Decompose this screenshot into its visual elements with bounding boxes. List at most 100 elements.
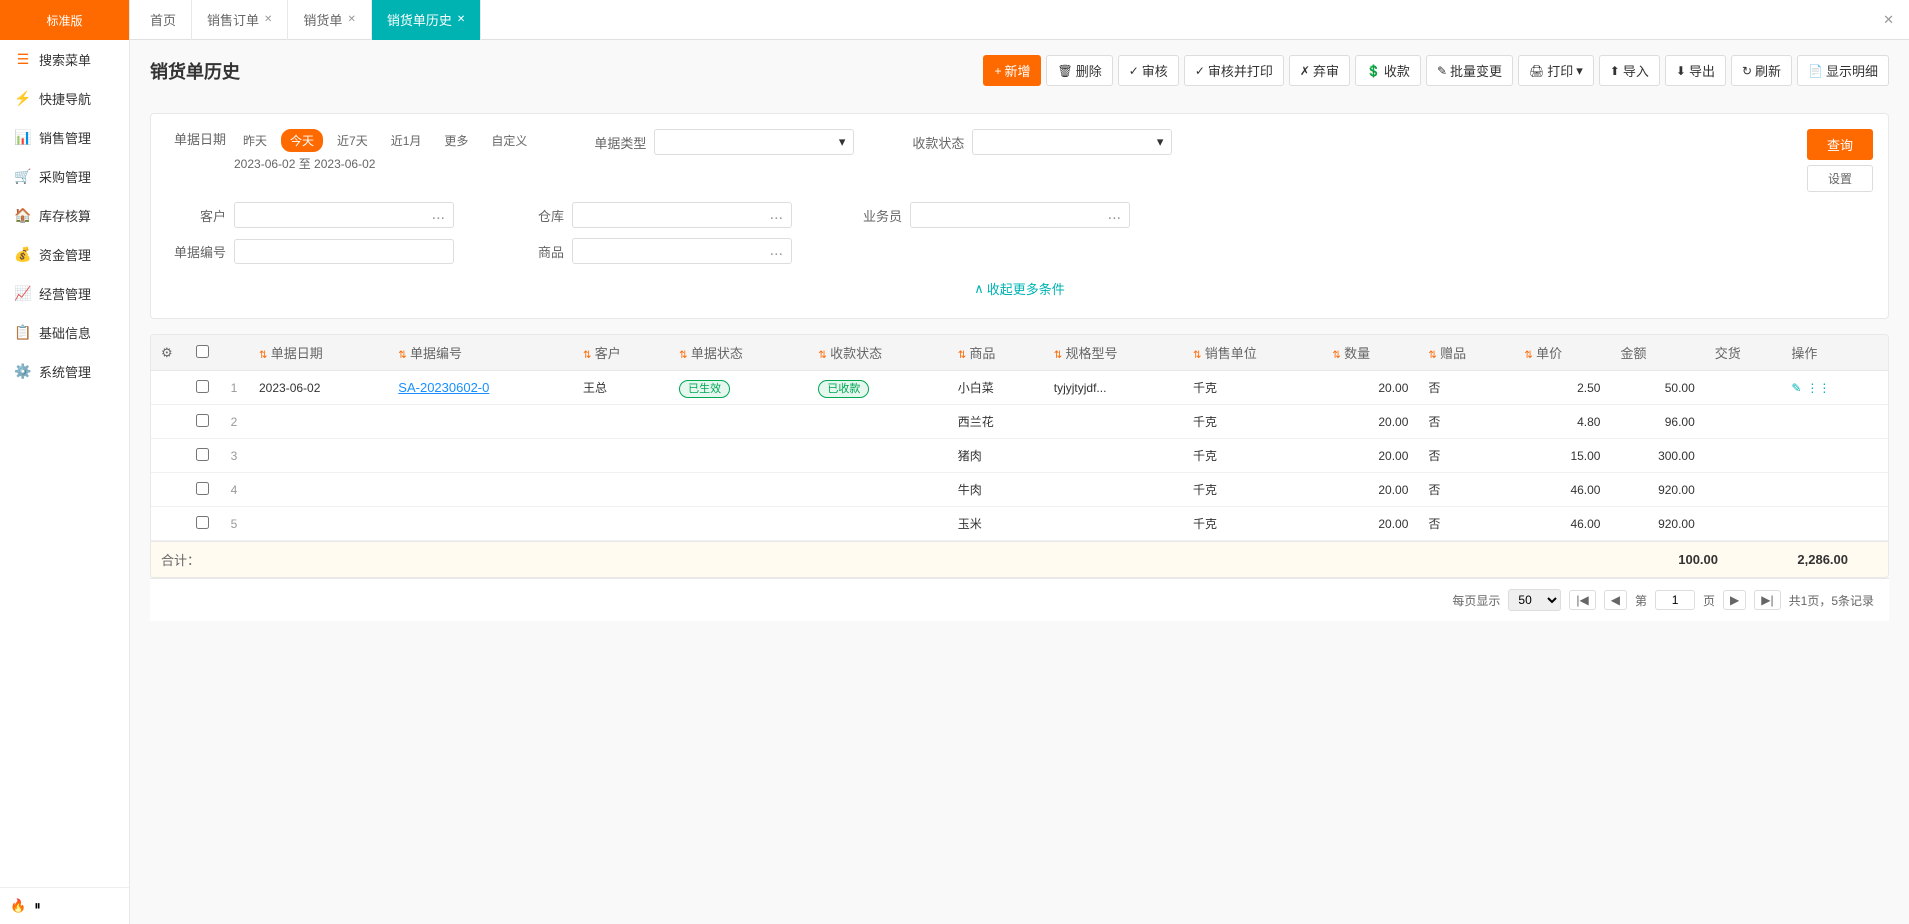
export-button[interactable]: ⬇ 导出 — [1665, 55, 1726, 86]
date-yesterday[interactable]: 昨天 — [234, 129, 276, 152]
row-doc-date-2 — [249, 439, 388, 473]
sidebar-item-operations[interactable]: 📈 经营管理 — [0, 274, 129, 313]
col-doc-number[interactable]: ⇅ 单据编号 — [388, 335, 573, 371]
row-doc-number-1[interactable] — [388, 405, 573, 439]
sidebar-item-inventory[interactable]: 🏠 库存核算 — [0, 196, 129, 235]
tab-sales-history-close[interactable]: ✕ — [457, 14, 465, 25]
row-checkbox-2[interactable] — [186, 439, 219, 473]
abandon-button[interactable]: ✗ 弃审 — [1289, 55, 1350, 86]
row-num-1: 2 — [219, 405, 249, 439]
row-payment-status-0: 已收款 — [808, 371, 947, 405]
tab-sales-goods-close[interactable]: ✕ — [347, 14, 355, 25]
doc-type-select[interactable]: ▾ — [654, 129, 854, 155]
sidebar-item-basic-info[interactable]: 📋 基础信息 — [0, 313, 129, 352]
sidebar-item-finance[interactable]: 💰 资金管理 — [0, 235, 129, 274]
pause-icon[interactable]: ⏸ — [34, 898, 41, 914]
col-gift[interactable]: ⇅ 赠品 — [1418, 335, 1514, 371]
import-button[interactable]: ⬆ 导入 — [1599, 55, 1660, 86]
customer-dots[interactable]: ... — [432, 207, 445, 223]
col-spec[interactable]: ⇅ 规格型号 — [1044, 335, 1183, 371]
col-payment-status[interactable]: ⇅ 收款状态 — [808, 335, 947, 371]
row-doc-number-4[interactable] — [388, 507, 573, 541]
fire-icon[interactable]: 🔥 — [10, 898, 26, 914]
sidebar-item-search-menu[interactable]: ☰ 搜索菜单 — [0, 40, 129, 79]
tab-sales-order-close[interactable]: ✕ — [264, 14, 272, 25]
col-qty[interactable]: ⇅ 数量 — [1322, 335, 1418, 371]
new-label: 新增 — [1004, 61, 1030, 80]
col-settings[interactable]: ⚙ — [151, 335, 186, 371]
collect-button[interactable]: 💲 收款 — [1355, 55, 1421, 86]
col-goods[interactable]: ⇅ 商品 — [948, 335, 1044, 371]
row-checkbox-3[interactable] — [186, 473, 219, 507]
col-unit-price[interactable]: ⇅ 单价 — [1514, 335, 1610, 371]
col-customer[interactable]: ⇅ 客户 — [573, 335, 669, 371]
date-custom[interactable]: 自定义 — [482, 129, 536, 152]
date-more[interactable]: 更多 — [435, 129, 477, 152]
col-checkbox[interactable] — [186, 335, 219, 371]
sidebar-item-purchase-mgmt[interactable]: 🛒 采购管理 — [0, 157, 129, 196]
tab-close-all[interactable]: ✕ — [1873, 12, 1904, 28]
doc-number-input[interactable] — [234, 239, 454, 264]
audit-print-button[interactable]: ✓ 审核并打印 — [1184, 55, 1284, 86]
tab-sales-history[interactable]: 销货单历史 ✕ — [372, 0, 481, 40]
tab-home[interactable]: 首页 — [135, 0, 192, 40]
date-range: 2023-06-02 至 2023-06-02 — [234, 155, 536, 172]
sidebar-item-quick-nav[interactable]: ⚡ 快捷导航 — [0, 79, 129, 118]
warehouse-label: 仓库 — [504, 206, 564, 225]
setting-button[interactable]: 设置 — [1807, 165, 1873, 192]
tab-sales-goods[interactable]: 销货单 ✕ — [288, 0, 371, 40]
row-actions-4 — [1781, 507, 1888, 541]
row-gift-4: 否 — [1418, 507, 1514, 541]
warehouse-dots[interactable]: ... — [770, 207, 783, 223]
tab-sales-order[interactable]: 销售订单 ✕ — [192, 0, 288, 40]
delete-label: 删除 — [1076, 61, 1102, 80]
show-detail-button[interactable]: 📄 显示明细 — [1797, 55, 1889, 86]
page-number-input[interactable] — [1655, 590, 1695, 610]
row-checkbox-1[interactable] — [186, 405, 219, 439]
action-edit-0[interactable]: ✎ — [1791, 381, 1801, 395]
row-payment-status-4 — [808, 507, 947, 541]
table-row: 1 2023-06-02 SA-20230602-0 王总 已生效 已收款 小白… — [151, 371, 1888, 405]
goods-dots[interactable]: ... — [770, 243, 783, 259]
row-goods-0: 小白菜 — [948, 371, 1044, 405]
first-page-button[interactable]: |◀ — [1569, 590, 1595, 610]
row-doc-number-0[interactable]: SA-20230602-0 — [388, 371, 573, 405]
qty-sort-icon: ⇅ — [1332, 350, 1340, 361]
row-spec-2 — [1044, 439, 1183, 473]
pagination: 每页显示 50 100 200 |◀ ◀ 第 页 ▶ ▶| 共1页，5条记录 — [150, 578, 1889, 621]
audit-button[interactable]: ✓ 审核 — [1118, 55, 1179, 86]
col-doc-status[interactable]: ⇅ 单据状态 — [669, 335, 808, 371]
new-button[interactable]: + 新增 — [983, 55, 1041, 86]
date-7days[interactable]: 近7天 — [328, 129, 377, 152]
query-button[interactable]: 查询 — [1807, 129, 1873, 160]
next-page-button[interactable]: ▶ — [1723, 590, 1746, 610]
prev-page-button[interactable]: ◀ — [1604, 590, 1627, 610]
delete-button[interactable]: 🗑 删除 — [1046, 55, 1112, 86]
col-unit-label: 销售单位 — [1205, 346, 1257, 361]
row-checkbox-0[interactable] — [186, 371, 219, 405]
last-page-button[interactable]: ▶| — [1754, 590, 1780, 610]
payment-status-select[interactable]: ▾ — [972, 129, 1172, 155]
print-button[interactable]: 🖨 打印 ▾ — [1518, 55, 1594, 86]
date-1month[interactable]: 近1月 — [382, 129, 431, 152]
action-more-0[interactable]: ⋮⋮ — [1806, 381, 1830, 395]
salesperson-dots[interactable]: ... — [1108, 207, 1121, 223]
sidebar-item-system-mgmt[interactable]: ⚙️ 系统管理 — [0, 352, 129, 391]
col-doc-date[interactable]: ⇅ 单据日期 — [249, 335, 388, 371]
date-today[interactable]: 今天 — [281, 129, 323, 152]
batch-change-button[interactable]: ✎ 批量变更 — [1426, 55, 1513, 86]
basic-info-icon: 📋 — [15, 325, 31, 341]
col-unit[interactable]: ⇅ 销售单位 — [1183, 335, 1322, 371]
page-content: 销货单历史 + 新增 🗑 删除 ✓ 审核 ✓ 审核并打印 — [130, 40, 1909, 924]
refresh-button[interactable]: ↻ 刷新 — [1731, 55, 1792, 86]
collapse-button[interactable]: ∧ 收起更多条件 — [969, 274, 1070, 303]
per-page-select[interactable]: 50 100 200 — [1508, 589, 1561, 611]
row-doc-number-3[interactable] — [388, 473, 573, 507]
row-checkbox-4[interactable] — [186, 507, 219, 541]
sidebar-item-sales-mgmt[interactable]: 📊 销售管理 — [0, 118, 129, 157]
row-gift-1: 否 — [1418, 405, 1514, 439]
row-actions-2 — [1781, 439, 1888, 473]
select-all-checkbox[interactable] — [196, 345, 209, 358]
row-num-3: 4 — [219, 473, 249, 507]
row-doc-number-2[interactable] — [388, 439, 573, 473]
